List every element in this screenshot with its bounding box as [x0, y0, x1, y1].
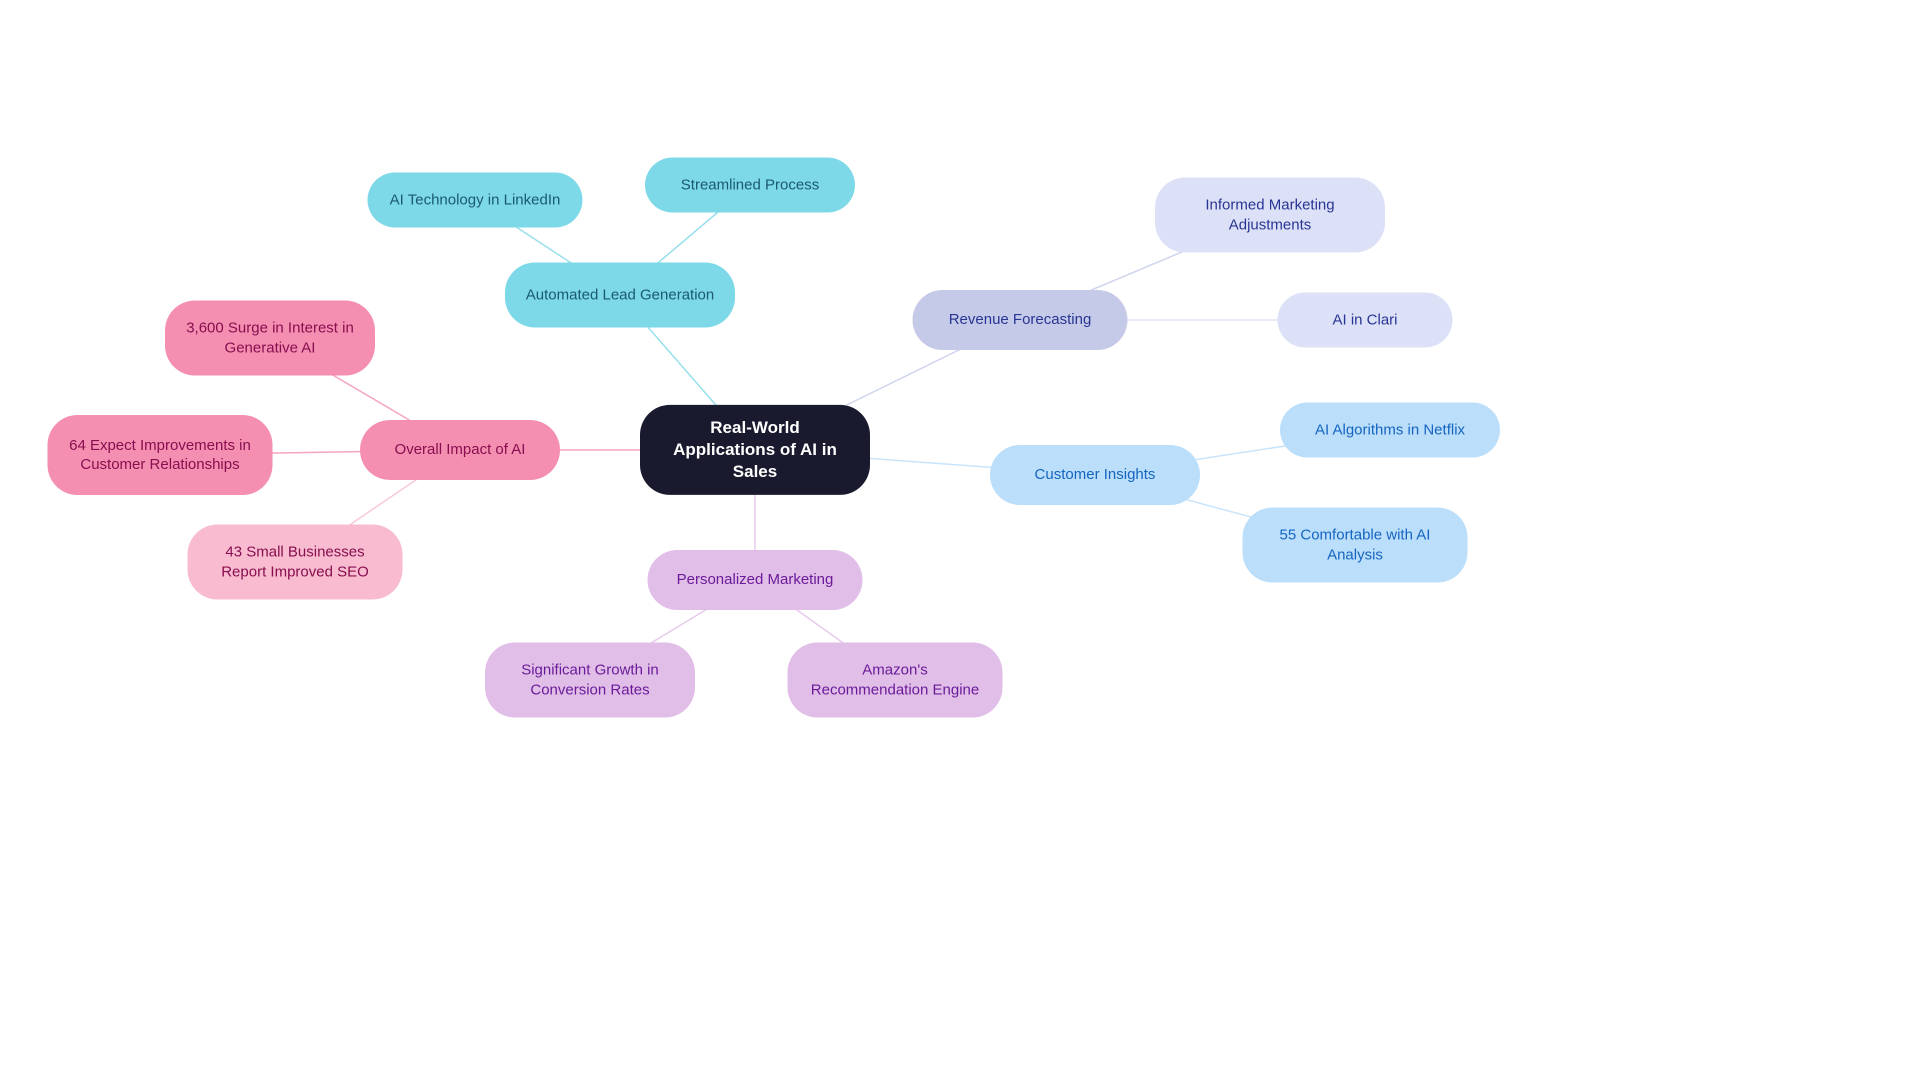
node-personalized_marketing[interactable]: Personalized Marketing	[648, 550, 863, 610]
node-surge_generative_ai[interactable]: 3,600 Surge in Interest in Generative AI	[165, 301, 375, 376]
node-conversion_rates[interactable]: Significant Growth in Conversion Rates	[485, 643, 695, 718]
node-center[interactable]: Real-World Applications of AI in Sales	[640, 405, 870, 495]
node-small_biz_seo[interactable]: 43 Small Businesses Report Improved SEO	[188, 525, 403, 600]
node-overall_impact[interactable]: Overall Impact of AI	[360, 420, 560, 480]
node-customer_insights[interactable]: Customer Insights	[990, 445, 1200, 505]
node-informed_marketing[interactable]: Informed Marketing Adjustments	[1155, 178, 1385, 253]
node-amazon_engine[interactable]: Amazon's Recommendation Engine	[788, 643, 1003, 718]
node-ai_netflix[interactable]: AI Algorithms in Netflix	[1280, 403, 1500, 458]
mind-map: Real-World Applications of AI in Sales Au…	[0, 0, 1920, 1083]
node-streamlined_process[interactable]: Streamlined Process	[645, 158, 855, 213]
node-comfortable_ai[interactable]: 55 Comfortable with AI Analysis	[1243, 508, 1468, 583]
node-automated_lead_gen[interactable]: Automated Lead Generation	[505, 263, 735, 328]
node-revenue_forecasting[interactable]: Revenue Forecasting	[913, 290, 1128, 350]
node-ai_clari[interactable]: AI in Clari	[1278, 293, 1453, 348]
node-ai_linkedin[interactable]: AI Technology in LinkedIn	[368, 173, 583, 228]
node-expect_improvements[interactable]: 64 Expect Improvements in Customer Relat…	[48, 415, 273, 495]
